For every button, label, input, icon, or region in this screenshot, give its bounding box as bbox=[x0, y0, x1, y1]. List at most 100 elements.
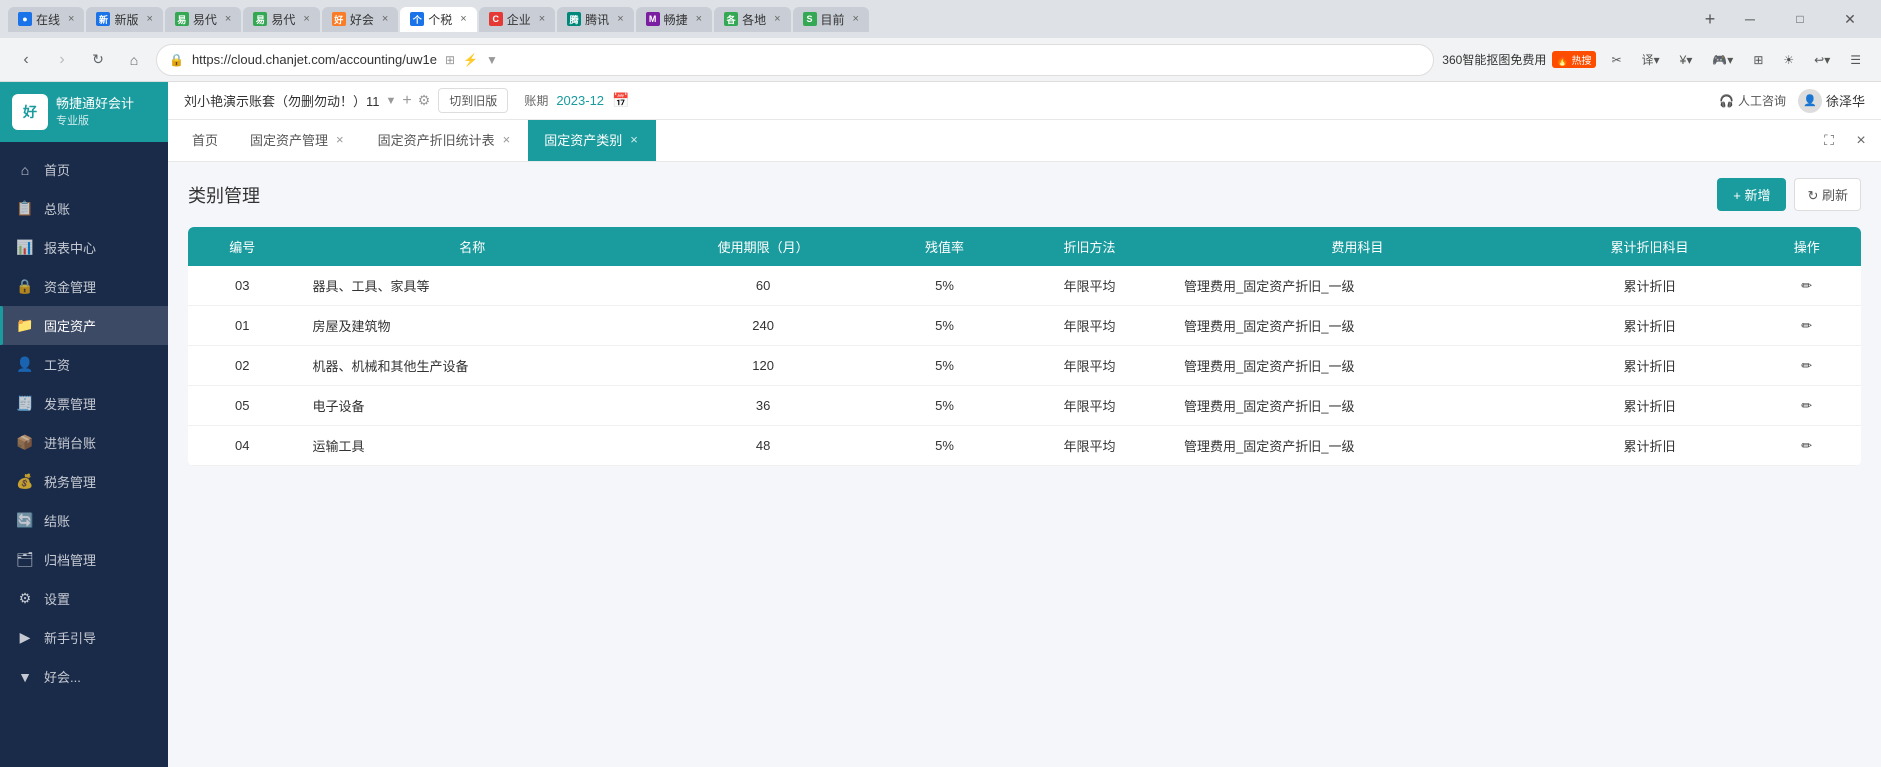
grid-tool[interactable]: ⊞ bbox=[1745, 49, 1771, 71]
sidebar-item-ledger[interactable]: 📋总账 bbox=[0, 189, 168, 228]
sidebar-item-stock[interactable]: 📦进销台账 bbox=[0, 423, 168, 462]
table-row: 02机器、机械和其他生产设备1205%年限平均管理费用_固定资产折旧_一级累计折… bbox=[188, 346, 1861, 386]
app-tab-close-btn[interactable]: × bbox=[334, 132, 346, 147]
calendar-icon[interactable]: 📅 bbox=[612, 92, 629, 109]
wallet-tool[interactable]: ¥▾ bbox=[1672, 49, 1701, 71]
sidebar-item-salary[interactable]: 👤工资 bbox=[0, 345, 168, 384]
dropdown-icon[interactable]: ▼ bbox=[386, 95, 397, 107]
cell-method: 年限平均 bbox=[1011, 386, 1168, 426]
tab-close-icon[interactable]: × bbox=[696, 13, 702, 25]
tab-close-icon[interactable]: × bbox=[382, 13, 388, 25]
refresh-btn[interactable]: ↻ 刷新 bbox=[1794, 178, 1861, 211]
browser-tab-t11[interactable]: S目前× bbox=[793, 7, 869, 32]
add-btn[interactable]: + 新增 bbox=[1717, 178, 1786, 211]
tab-nav-controls: ⛶× bbox=[1817, 129, 1873, 153]
sidebar-label-settings: 设置 bbox=[44, 589, 70, 608]
max-btn[interactable]: □ bbox=[1777, 0, 1823, 38]
close-btn[interactable]: ✕ bbox=[1827, 0, 1873, 38]
menu-icon-stock: 📦 bbox=[16, 434, 34, 452]
add-account-btn[interactable]: + bbox=[402, 92, 411, 110]
app-tab-close-btn[interactable]: × bbox=[628, 132, 640, 147]
cell-name: 器具、工具、家具等 bbox=[296, 266, 648, 306]
browser-tab-t8[interactable]: 腾腾讯× bbox=[557, 7, 633, 32]
undo-tool[interactable]: ↩▾ bbox=[1806, 49, 1838, 71]
sidebar-item-home[interactable]: ⌂首页 bbox=[0, 150, 168, 189]
browser-tab-t5[interactable]: 好好会× bbox=[322, 7, 398, 32]
page-close-btn[interactable]: × bbox=[1849, 129, 1873, 153]
home-btn[interactable]: ⌂ bbox=[120, 46, 148, 74]
browser-tab-t3[interactable]: 易易代× bbox=[165, 7, 241, 32]
menu-tool[interactable]: ☰ bbox=[1842, 49, 1869, 71]
tab-close-icon[interactable]: × bbox=[539, 13, 545, 25]
browser-tab-t1[interactable]: ●在线× bbox=[8, 7, 84, 32]
cell-edit[interactable]: ✏ bbox=[1752, 426, 1861, 466]
sidebar-item-more[interactable]: ▼好会... bbox=[0, 657, 168, 696]
back-btn[interactable]: ‹ bbox=[12, 46, 40, 74]
sidebar-item-tax[interactable]: 💰税务管理 bbox=[0, 462, 168, 501]
cut-tool[interactable]: ✂ bbox=[1604, 49, 1630, 71]
browser-tab-t7[interactable]: C企业× bbox=[479, 7, 555, 32]
tab-close-icon[interactable]: × bbox=[617, 13, 623, 25]
tab-close-icon[interactable]: × bbox=[853, 13, 859, 25]
sidebar-item-fixed[interactable]: 📁固定资产 bbox=[0, 306, 168, 345]
sidebar-item-invoice[interactable]: 🧾发票管理 bbox=[0, 384, 168, 423]
tab-label: 目前 bbox=[821, 11, 845, 28]
app-tab-label: 固定资产折旧统计表 bbox=[378, 130, 495, 149]
browser-tab-t2[interactable]: 新新版× bbox=[86, 7, 162, 32]
cell-residual: 5% bbox=[878, 386, 1011, 426]
tab-label: 好会 bbox=[350, 11, 374, 28]
tab-close-icon[interactable]: × bbox=[68, 13, 74, 25]
app-tab-home[interactable]: 首页 bbox=[176, 120, 234, 161]
game-tool[interactable]: 🎮▾ bbox=[1704, 49, 1741, 71]
tab-close-icon[interactable]: × bbox=[303, 13, 309, 25]
app-tab-fixed-mgmt[interactable]: 固定资产管理× bbox=[234, 120, 362, 161]
sidebar-item-closing[interactable]: 🔄结账 bbox=[0, 501, 168, 540]
tab-icon: 腾 bbox=[567, 12, 581, 26]
brightness-tool[interactable]: ☀ bbox=[1775, 49, 1802, 71]
sidebar-item-archive[interactable]: 🗂归档管理 bbox=[0, 540, 168, 579]
url-text: https://cloud.chanjet.com/accounting/uw1… bbox=[192, 52, 437, 67]
cell-edit[interactable]: ✏ bbox=[1752, 346, 1861, 386]
browser-tab-t4[interactable]: 易易代× bbox=[243, 7, 319, 32]
lock-icon: 🔒 bbox=[169, 53, 184, 67]
cell-residual: 5% bbox=[878, 426, 1011, 466]
cell-edit[interactable]: ✏ bbox=[1752, 386, 1861, 426]
cell-accumulated: 累计折旧 bbox=[1547, 386, 1753, 426]
tab-close-icon[interactable]: × bbox=[225, 13, 231, 25]
page-content: 类别管理 + 新增 ↻ 刷新 编号名称使用期限（月）残值率折旧方法费用科目累计折… bbox=[168, 162, 1881, 767]
browser-tab-t6[interactable]: 个个税× bbox=[400, 7, 476, 32]
active-indicator bbox=[0, 306, 3, 345]
app-tab-fixed-depreciation[interactable]: 固定资产折旧统计表 × bbox=[362, 120, 529, 161]
app-tab-close-btn[interactable]: × bbox=[501, 132, 513, 147]
tab-icon: 个 bbox=[410, 12, 424, 26]
table-row: 04运输工具485%年限平均管理费用_固定资产折旧_一级累计折旧✏ bbox=[188, 426, 1861, 466]
min-btn[interactable]: ─ bbox=[1727, 0, 1773, 38]
app-tab-fixed-category[interactable]: 固定资产类别× bbox=[528, 120, 656, 161]
address-bar[interactable]: 🔒 https://cloud.chanjet.com/accounting/u… bbox=[156, 44, 1434, 76]
tab-icon: ● bbox=[18, 12, 32, 26]
new-tab-btn[interactable]: + bbox=[1697, 6, 1723, 32]
translate-tool[interactable]: 译▾ bbox=[1634, 47, 1668, 72]
settings-icon[interactable]: ⚙ bbox=[418, 92, 431, 109]
tab-close-icon[interactable]: × bbox=[774, 13, 780, 25]
reload-btn[interactable]: ↻ bbox=[84, 46, 112, 74]
table-row: 03器具、工具、家具等605%年限平均管理费用_固定资产折旧_一级累计折旧✏ bbox=[188, 266, 1861, 306]
cell-period: 240 bbox=[648, 306, 878, 346]
cell-edit[interactable]: ✏ bbox=[1752, 266, 1861, 306]
forward-btn[interactable]: › bbox=[48, 46, 76, 74]
user-avatar[interactable]: 👤 徐泽华 bbox=[1798, 89, 1865, 113]
browser-tab-t9[interactable]: M畅捷× bbox=[636, 7, 712, 32]
tab-close-icon[interactable]: × bbox=[146, 13, 152, 25]
sidebar-item-funds[interactable]: 🔒资金管理 bbox=[0, 267, 168, 306]
switch-btn[interactable]: 切到旧版 bbox=[438, 88, 508, 113]
browser-tab-t10[interactable]: 各各地× bbox=[714, 7, 790, 32]
cell-expense: 管理费用_固定资产折旧_一级 bbox=[1168, 306, 1547, 346]
sidebar-item-settings[interactable]: ⚙设置 bbox=[0, 579, 168, 618]
consult-btn[interactable]: 🎧 人工咨询 bbox=[1719, 92, 1786, 109]
sidebar-item-guide[interactable]: ▶新手引导 bbox=[0, 618, 168, 657]
page-expand-btn[interactable]: ⛶ bbox=[1817, 129, 1841, 153]
menu-icon-archive: 🗂 bbox=[16, 551, 34, 569]
cell-edit[interactable]: ✏ bbox=[1752, 306, 1861, 346]
sidebar-item-report[interactable]: 📊报表中心 bbox=[0, 228, 168, 267]
tab-close-icon[interactable]: × bbox=[460, 13, 466, 25]
